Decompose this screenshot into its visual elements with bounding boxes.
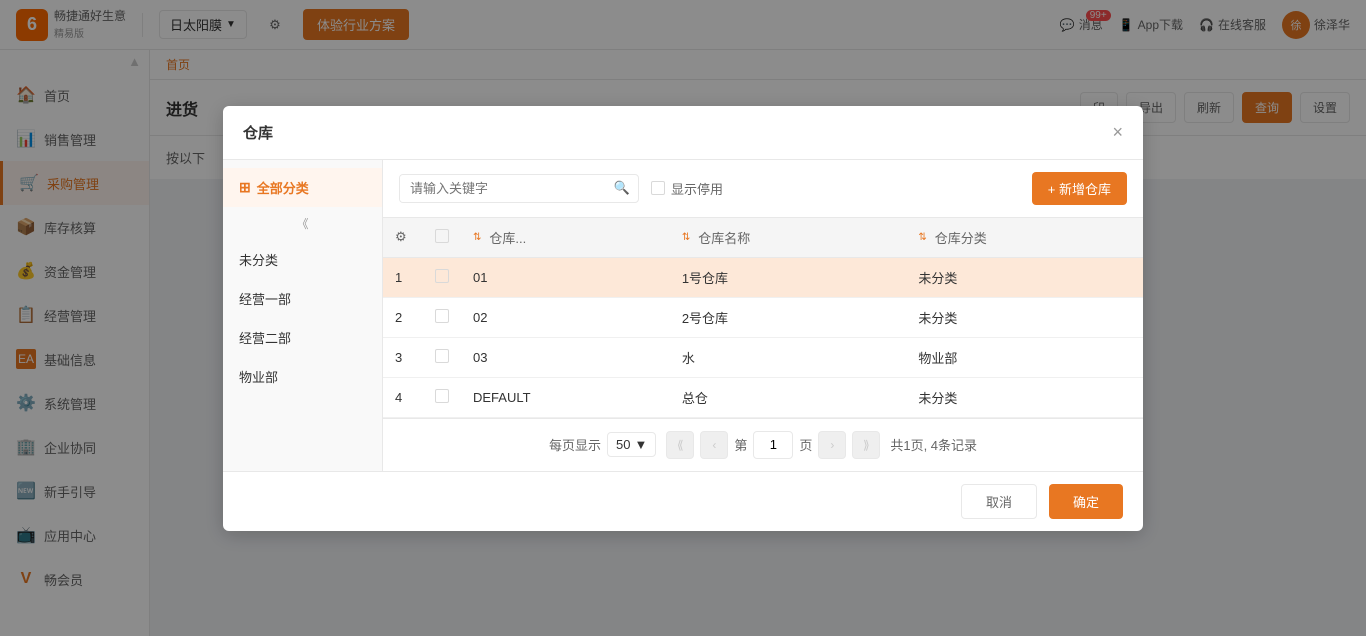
show-disabled-label[interactable]: 显示停用 (651, 179, 723, 198)
th-gear: ⚙ (383, 218, 423, 258)
row-2-name: 2号仓库 (670, 297, 907, 337)
row-3-checkbox[interactable] (423, 337, 461, 377)
row-4-gear: 4 (383, 377, 423, 417)
row-1-checkbox[interactable] (423, 257, 461, 297)
modal-header: 仓库 × (223, 106, 1143, 160)
modal-main: 🔍 显示停用 + 新增仓库 ⚙ (383, 160, 1143, 471)
row-1-name: 1号仓库 (670, 257, 907, 297)
modal-sidebar-label-property: 物业部 (239, 367, 278, 386)
row-3-gear: 3 (383, 337, 423, 377)
modal-sidebar-label-all: 全部分类 (257, 178, 309, 197)
modal-sidebar-label-unclassified: 未分类 (239, 250, 278, 269)
th-name-content: ⇅ 仓库名称 (682, 228, 895, 247)
modal-overlay: 仓库 × ⊞ 全部分类 《 未分类 经营一部 经营二部 (0, 0, 1366, 636)
row-4-name: 总仓 (670, 377, 907, 417)
th-category: ⇅ 仓库分类 (906, 218, 1143, 258)
show-disabled-text: 显示停用 (671, 179, 723, 198)
th-checkbox (423, 218, 461, 258)
th-category-label: 仓库分类 (935, 228, 987, 247)
sort-icon-code: ⇅ (473, 232, 481, 243)
warehouse-modal: 仓库 × ⊞ 全部分类 《 未分类 经营一部 经营二部 (223, 106, 1143, 531)
modal-sidebar-item-all[interactable]: ⊞ 全部分类 (223, 168, 382, 207)
modal-sidebar-item-unclassified[interactable]: 未分类 (223, 240, 382, 279)
sort-icon-name: ⇅ (682, 232, 690, 243)
modal-sidebar-item-property[interactable]: 物业部 (223, 357, 382, 396)
page-size-select: 每页显示 50 ▼ (549, 432, 656, 457)
row-2-category: 未分类 (906, 297, 1143, 337)
row-2-gear: 2 (383, 297, 423, 337)
table-header: ⚙ ⇅ 仓库... (383, 218, 1143, 258)
th-code: ⇅ 仓库... (461, 218, 670, 258)
th-code-label: 仓库... (489, 228, 526, 247)
page-size-chevron: ▼ (634, 437, 647, 452)
confirm-button[interactable]: 确定 (1049, 484, 1123, 519)
modal-title: 仓库 (243, 122, 273, 143)
modal-sidebar: ⊞ 全部分类 《 未分类 经营一部 经营二部 物业部 (223, 160, 383, 471)
row-3-code: 03 (461, 337, 670, 377)
last-page-button[interactable]: ⟫ (852, 431, 880, 459)
modal-sidebar-label-ops2: 经营二部 (239, 328, 291, 347)
modal-sidebar-item-ops1[interactable]: 经营一部 (223, 279, 382, 318)
th-category-content: ⇅ 仓库分类 (918, 228, 1131, 247)
row-3-category: 物业部 (906, 337, 1143, 377)
modal-body: ⊞ 全部分类 《 未分类 经营一部 经营二部 物业部 (223, 160, 1143, 471)
next-page-button[interactable]: › (818, 431, 846, 459)
modal-table-wrapper: ⚙ ⇅ 仓库... (383, 218, 1143, 418)
table-body: 1 01 1号仓库 未分类 2 02 2号仓库 (383, 257, 1143, 417)
row-3-name: 水 (670, 337, 907, 377)
row-4-checkbox[interactable] (423, 377, 461, 417)
sort-icon-category: ⇅ (918, 232, 926, 243)
search-input[interactable] (400, 175, 606, 202)
search-box: 🔍 (399, 174, 639, 203)
th-name-label: 仓库名称 (698, 228, 750, 247)
cancel-button[interactable]: 取消 (961, 484, 1037, 519)
prev-page-button[interactable]: ‹ (700, 431, 728, 459)
th-name: ⇅ 仓库名称 (670, 218, 907, 258)
page-nav: ⟪ ‹ 第 页 › ⟫ (666, 431, 880, 459)
page-number-input[interactable] (753, 431, 793, 459)
table-row[interactable]: 3 03 水 物业部 (383, 337, 1143, 377)
th-code-content: ⇅ 仓库... (473, 228, 658, 247)
table-row[interactable]: 2 02 2号仓库 未分类 (383, 297, 1143, 337)
page-size-value: 50 (616, 437, 630, 452)
grid-icon: ⊞ (239, 179, 251, 196)
modal-actions: 取消 确定 (223, 471, 1143, 531)
row-2-code: 02 (461, 297, 670, 337)
modal-sidebar-collapse-btn[interactable]: 《 (223, 207, 382, 240)
page-size-dropdown[interactable]: 50 ▼ (607, 432, 656, 457)
page-size-label: 每页显示 (549, 435, 601, 454)
row-4-code: DEFAULT (461, 377, 670, 417)
modal-sidebar-item-ops2[interactable]: 经营二部 (223, 318, 382, 357)
modal-sidebar-label-ops1: 经营一部 (239, 289, 291, 308)
row-1-code: 01 (461, 257, 670, 297)
show-disabled-checkbox[interactable] (651, 181, 665, 195)
row-1-category: 未分类 (906, 257, 1143, 297)
table-row[interactable]: 4 DEFAULT 总仓 未分类 (383, 377, 1143, 417)
pagination: 每页显示 50 ▼ ⟪ ‹ 第 页 › ⟫ (383, 418, 1143, 471)
row-1-gear: 1 (383, 257, 423, 297)
select-all-checkbox[interactable] (435, 229, 449, 243)
total-info: 共1页, 4条记录 (890, 435, 977, 454)
gear-icon: ⚙ (395, 229, 407, 244)
search-icon[interactable]: 🔍 (606, 180, 638, 196)
table-header-row: ⚙ ⇅ 仓库... (383, 218, 1143, 258)
modal-toolbar: 🔍 显示停用 + 新增仓库 (383, 160, 1143, 218)
add-warehouse-button[interactable]: + 新增仓库 (1032, 172, 1127, 205)
row-2-checkbox[interactable] (423, 297, 461, 337)
table-row[interactable]: 1 01 1号仓库 未分类 (383, 257, 1143, 297)
first-page-button[interactable]: ⟪ (666, 431, 694, 459)
page-number-label: 第 (734, 435, 747, 454)
page-unit: 页 (799, 435, 812, 454)
modal-close-button[interactable]: × (1112, 123, 1123, 141)
warehouse-table: ⚙ ⇅ 仓库... (383, 218, 1143, 418)
row-4-category: 未分类 (906, 377, 1143, 417)
